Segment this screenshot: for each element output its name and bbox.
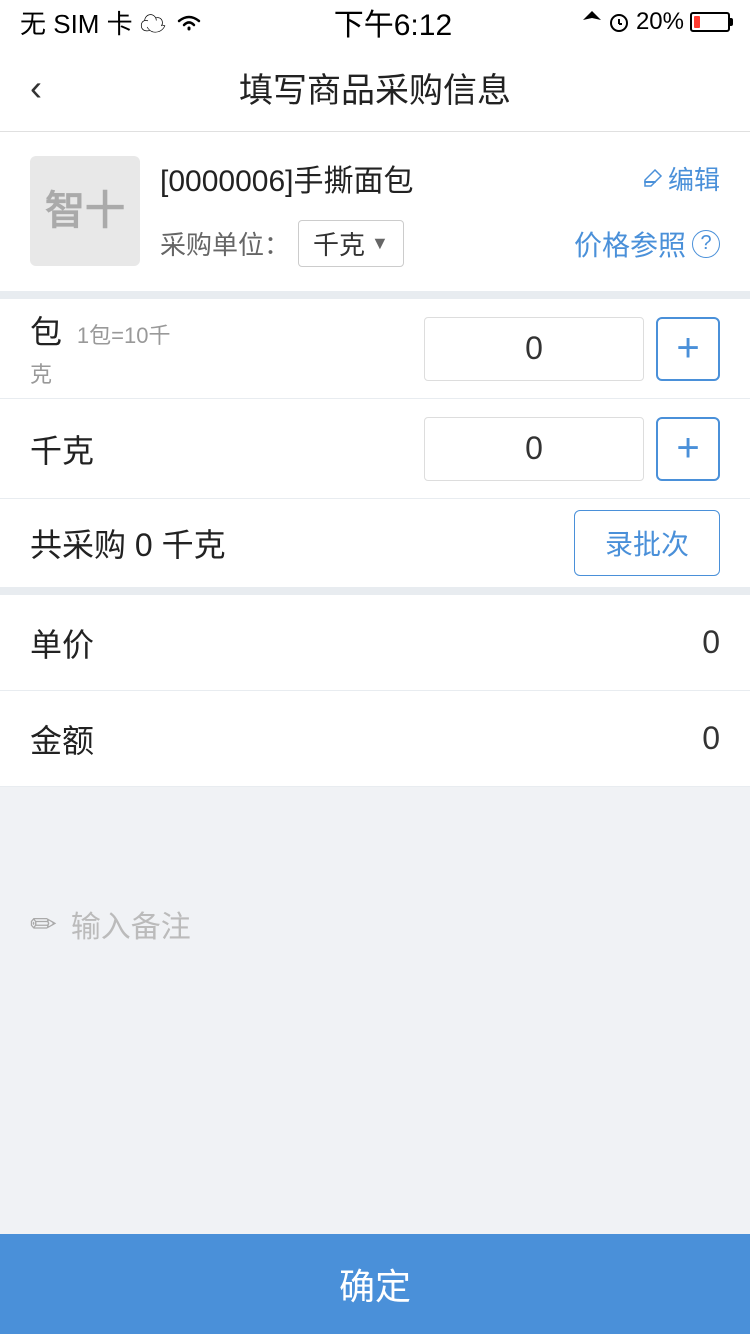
- unit-value: 千克: [313, 225, 365, 262]
- edit-button[interactable]: 编辑: [642, 160, 720, 197]
- record-batch-button[interactable]: 录批次: [574, 510, 720, 576]
- back-button[interactable]: ‹: [30, 67, 42, 109]
- note-icon: ✏: [30, 905, 57, 943]
- kg-label: 千克: [30, 426, 190, 472]
- unit-price-row: 单价 0: [0, 595, 750, 691]
- total-row: 共采购 0 千克 录批次: [0, 499, 750, 595]
- product-name: [0000006]手撕面包: [160, 156, 413, 200]
- package-label-text: 包: [30, 314, 62, 350]
- page-title: 填写商品采购信息: [239, 63, 511, 112]
- package-plus-button[interactable]: +: [656, 317, 720, 381]
- kg-row: 千克 +: [0, 399, 750, 499]
- battery-percent: 20%: [636, 8, 684, 36]
- package-label: 包 1包=10千克: [30, 307, 190, 390]
- kg-plus-button[interactable]: +: [656, 417, 720, 481]
- battery-icon: [690, 12, 730, 32]
- note-area[interactable]: ✏ 输入备注: [0, 787, 750, 1061]
- amount-row: 金额 0: [0, 691, 750, 787]
- total-label: 共采购 0 千克: [30, 520, 226, 566]
- package-quantity-input[interactable]: [424, 317, 644, 381]
- alarm-icon: [608, 11, 630, 33]
- sim-text: 无 SIM 卡 ☁: [20, 4, 166, 41]
- status-time: 下午6:12: [334, 0, 452, 44]
- quantity-section: 包 1包=10千克 + 千克 +: [0, 299, 750, 499]
- unit-label: 采购单位：: [160, 225, 290, 262]
- product-name-row: [0000006]手撕面包 编辑: [160, 156, 720, 200]
- note-placeholder: 输入备注: [71, 902, 191, 946]
- status-left: 无 SIM 卡 ☁: [20, 4, 204, 41]
- unit-price-value: 0: [702, 624, 720, 661]
- help-icon: ?: [692, 230, 720, 258]
- unit-select[interactable]: 千克 ▼: [298, 220, 404, 267]
- kg-quantity-input[interactable]: [424, 417, 644, 481]
- nav-bar: ‹ 填写商品采购信息: [0, 44, 750, 132]
- status-right: 20%: [582, 8, 730, 36]
- amount-value: 0: [702, 720, 720, 757]
- status-bar: 无 SIM 卡 ☁ 下午6:12 20%: [0, 0, 750, 44]
- location-icon: [582, 10, 602, 34]
- unit-row: 采购单位： 千克 ▼ 价格参照 ?: [160, 220, 720, 267]
- amount-label: 金额: [30, 716, 94, 762]
- wifi-icon: [174, 11, 204, 33]
- unit-price-label: 单价: [30, 620, 94, 666]
- product-image: 智十: [30, 156, 140, 266]
- spacer: [0, 1061, 750, 1235]
- price-info-section: 单价 0 金额 0: [0, 595, 750, 787]
- kg-input-group: +: [190, 417, 720, 481]
- price-ref-label: 价格参照: [574, 224, 686, 264]
- edit-icon: [642, 167, 664, 189]
- confirm-button[interactable]: 确定: [0, 1234, 750, 1334]
- edit-label: 编辑: [668, 160, 720, 197]
- product-card: 智十 [0000006]手撕面包 编辑 采购单位： 千克 ▼ 价格参照: [0, 132, 750, 299]
- package-input-group: +: [190, 317, 720, 381]
- dropdown-icon: ▼: [371, 233, 389, 254]
- price-ref-button[interactable]: 价格参照 ?: [574, 224, 720, 264]
- product-logo: 智十: [45, 191, 125, 231]
- package-row: 包 1包=10千克 +: [0, 299, 750, 399]
- product-info: [0000006]手撕面包 编辑 采购单位： 千克 ▼ 价格参照 ?: [160, 156, 720, 267]
